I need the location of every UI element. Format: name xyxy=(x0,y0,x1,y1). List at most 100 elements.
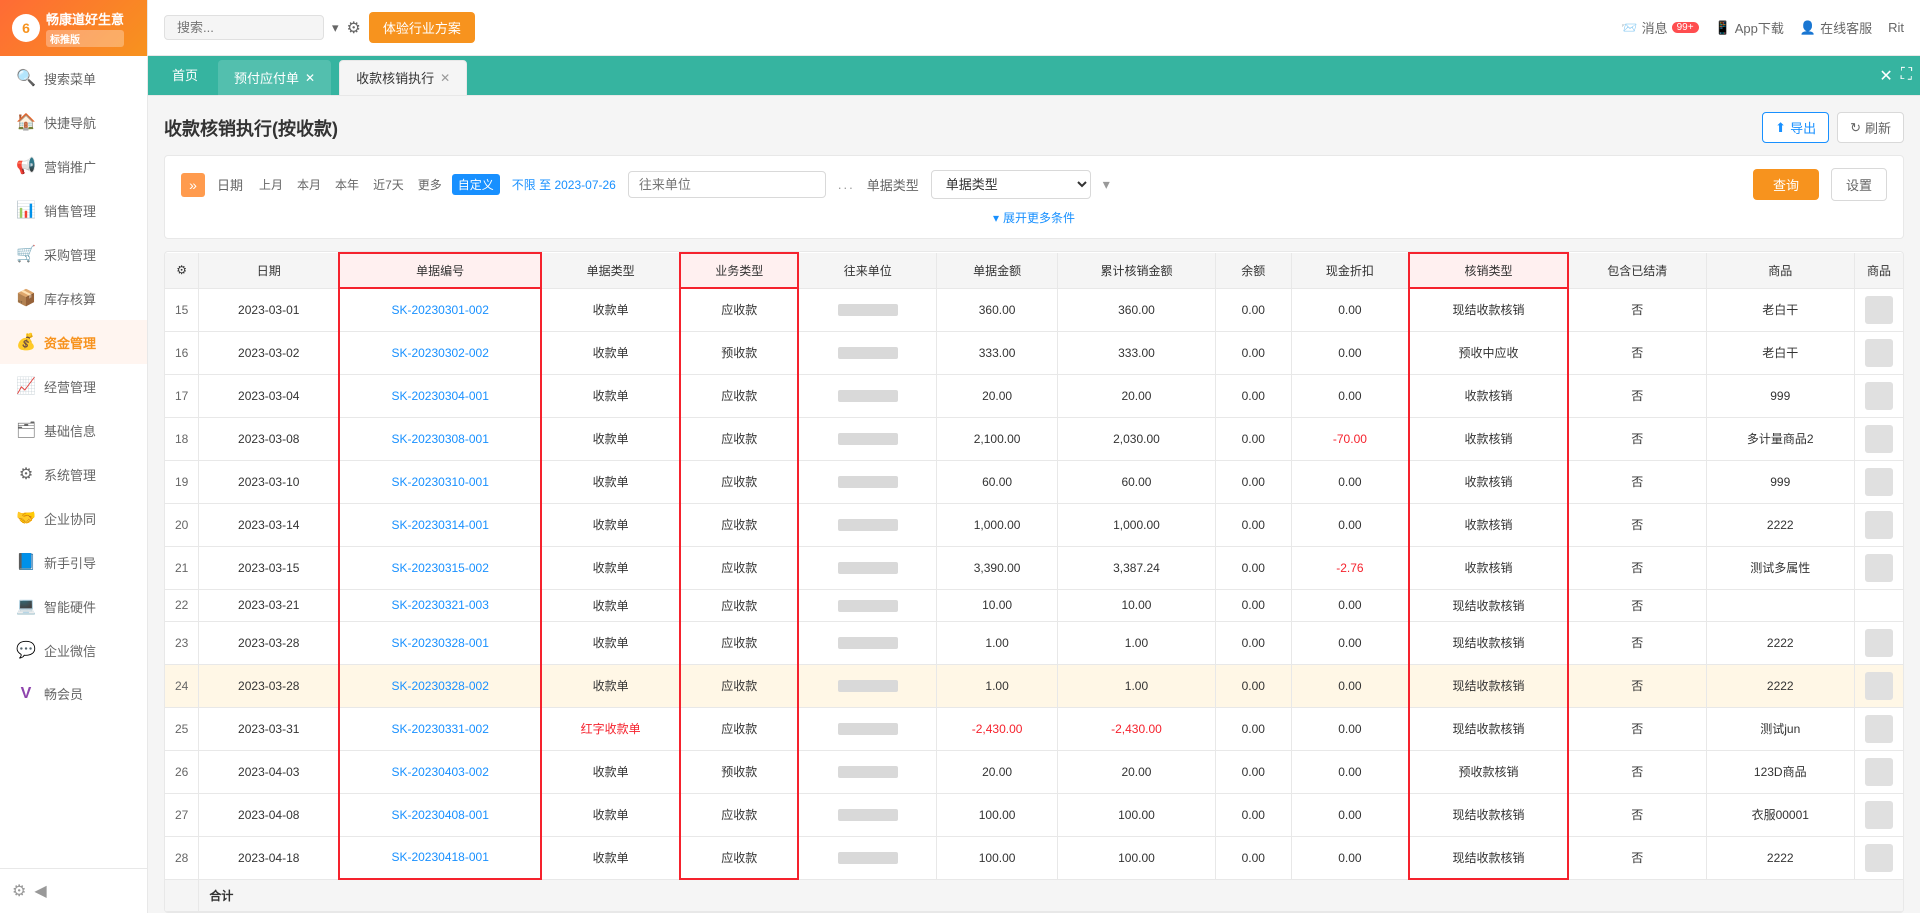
page-actions: ⬆ 导出 ↻ 刷新 xyxy=(1762,112,1904,143)
cell-include-settled: 否 xyxy=(1568,836,1706,879)
username-item[interactable]: Rit xyxy=(1888,20,1904,35)
doc-no-link[interactable]: SK-20230308-001 xyxy=(391,432,488,446)
doc-no-link[interactable]: SK-20230331-002 xyxy=(391,722,488,736)
export-label: 导出 xyxy=(1790,118,1816,137)
online-service-item[interactable]: 👤 在线客服 xyxy=(1800,18,1872,37)
doc-no-link[interactable]: SK-20230301-002 xyxy=(391,303,488,317)
cell-doc-type: 收款单 xyxy=(541,836,680,879)
cell-amount: 1,000.00 xyxy=(936,503,1057,546)
cell-date: 2023-03-10 xyxy=(199,460,339,503)
sidebar-item-wechat[interactable]: 💬 企业微信 xyxy=(0,628,147,672)
cell-goods2 xyxy=(1855,589,1904,621)
export-button[interactable]: ⬆ 导出 xyxy=(1762,112,1829,143)
refresh-button[interactable]: ↻ 刷新 xyxy=(1837,112,1904,143)
sidebar-item-base[interactable]: 🗂 基础信息 xyxy=(0,408,147,452)
dropdown-icon[interactable]: ▾ xyxy=(332,20,339,36)
sidebar-item-label: 基础信息 xyxy=(44,421,96,440)
table-row: 19 2023-03-10 SK-20230310-001 收款单 应收款 60… xyxy=(165,460,1903,503)
doc-no-link[interactable]: SK-20230304-001 xyxy=(391,389,488,403)
sidebar-item-system[interactable]: ⚙ 系统管理 xyxy=(0,452,147,496)
sidebar-item-member[interactable]: V 畅会员 xyxy=(0,672,147,715)
filter-settings-button[interactable]: 设置 xyxy=(1831,168,1887,201)
collapse-icon[interactable]: ◀ xyxy=(34,881,46,901)
col-settings[interactable]: ⚙ xyxy=(165,253,199,288)
app-icon: 📱 xyxy=(1715,20,1731,36)
this-month-btn[interactable]: 本月 xyxy=(293,174,325,195)
cell-no: 20 xyxy=(165,503,199,546)
doc-no-link[interactable]: SK-20230315-002 xyxy=(391,561,488,575)
messages-item[interactable]: 📨 消息 99+ xyxy=(1621,18,1698,37)
cell-cancel-type: 收款核销 xyxy=(1409,503,1568,546)
doc-no-link[interactable]: SK-20230321-003 xyxy=(391,598,488,612)
cell-goods2 xyxy=(1855,288,1904,331)
custom-btn[interactable]: 自定义 xyxy=(452,174,500,195)
guide-icon: 📘 xyxy=(16,552,36,572)
expand-more-btn[interactable]: ▾ 展开更多条件 xyxy=(993,209,1075,226)
fullscreen-icon[interactable]: ⛶ xyxy=(1901,66,1912,86)
cell-balance: 0.00 xyxy=(1215,546,1291,589)
page-content: 收款核销执行(按收款) ⬆ 导出 ↻ 刷新 » 日期 上月 本月 xyxy=(148,96,1920,913)
cell-no: 26 xyxy=(165,750,199,793)
tab-prepay-close[interactable]: ✕ xyxy=(305,71,315,85)
doc-no-link[interactable]: SK-20230403-002 xyxy=(391,765,488,779)
filter-expand-button[interactable]: » xyxy=(181,173,205,197)
cell-doc-no: SK-20230308-001 xyxy=(339,417,541,460)
tab-home[interactable]: 首页 xyxy=(156,56,214,96)
query-button[interactable]: 查询 xyxy=(1753,169,1819,200)
cell-amount: 100.00 xyxy=(936,836,1057,879)
tab-collection[interactable]: 收款核销执行 ✕ xyxy=(339,60,467,96)
sidebar-item-guide[interactable]: 📘 新手引导 xyxy=(0,540,147,584)
search-input[interactable] xyxy=(164,15,324,40)
this-year-btn[interactable]: 本年 xyxy=(331,174,363,195)
refresh-icon: ↻ xyxy=(1850,120,1861,136)
sidebar-item-hardware[interactable]: 💻 智能硬件 xyxy=(0,584,147,628)
gear-icon[interactable]: ⚙ xyxy=(347,18,361,38)
partner-input[interactable] xyxy=(628,171,826,198)
cell-accum-cancel: 360.00 xyxy=(1058,288,1215,331)
sidebar-item-label: 企业协同 xyxy=(44,509,96,528)
cell-amount: -2,430.00 xyxy=(936,707,1057,750)
cell-partner xyxy=(798,664,936,707)
last-month-btn[interactable]: 上月 xyxy=(255,174,287,195)
last-7days-btn[interactable]: 近7天 xyxy=(369,174,408,195)
filter-dots: ... xyxy=(838,177,855,192)
sidebar-item-search[interactable]: 🔍 搜索菜单 xyxy=(0,56,147,100)
cell-doc-type: 收款单 xyxy=(541,664,680,707)
tab-prepay[interactable]: 预付应付单 ✕ xyxy=(218,60,331,96)
doc-no-link[interactable]: SK-20230418-001 xyxy=(391,850,488,864)
cell-include-settled: 否 xyxy=(1568,417,1706,460)
sidebar-item-inventory[interactable]: 📦 库存核算 xyxy=(0,276,147,320)
settings-icon[interactable]: ⚙ xyxy=(12,881,26,901)
tab-collection-label: 收款核销执行 xyxy=(356,68,434,87)
sidebar-item-quicknav[interactable]: 🏠 快捷导航 xyxy=(0,100,147,144)
sidebar-item-sales[interactable]: 📊 销售管理 xyxy=(0,188,147,232)
cell-cancel-type: 收款核销 xyxy=(1409,417,1568,460)
doc-no-link[interactable]: SK-20230328-001 xyxy=(391,636,488,650)
sidebar-item-finance[interactable]: 💰 资金管理 xyxy=(0,320,147,364)
solution-button[interactable]: 体验行业方案 xyxy=(369,12,475,43)
cell-goods: 2222 xyxy=(1706,621,1854,664)
close-tab-icon[interactable]: ✕ xyxy=(1879,66,1892,86)
doc-no-link[interactable]: SK-20230310-001 xyxy=(391,475,488,489)
cell-doc-type: 收款单 xyxy=(541,546,680,589)
cell-include-settled: 否 xyxy=(1568,707,1706,750)
sidebar-item-marketing[interactable]: 📢 营销推广 xyxy=(0,144,147,188)
col-cash-discount: 现金折扣 xyxy=(1291,253,1409,288)
sidebar-item-operations[interactable]: 📈 经营管理 xyxy=(0,364,147,408)
col-include-settled: 包含已结清 xyxy=(1568,253,1706,288)
cell-cancel-type: 收款核销 xyxy=(1409,374,1568,417)
sidebar-item-purchase[interactable]: 🛒 采购管理 xyxy=(0,232,147,276)
doc-no-link[interactable]: SK-20230408-001 xyxy=(391,808,488,822)
voucher-type-select[interactable]: 单据类型 xyxy=(931,170,1091,199)
doc-no-link[interactable]: SK-20230328-002 xyxy=(391,679,488,693)
logo-icon: 6 xyxy=(12,14,40,42)
app-download-item[interactable]: 📱 App下载 xyxy=(1715,18,1784,37)
cell-cancel-type: 现结收款核销 xyxy=(1409,836,1568,879)
doc-no-link[interactable]: SK-20230302-002 xyxy=(391,346,488,360)
cell-biz-type: 应收款 xyxy=(680,589,798,621)
more-btn[interactable]: 更多 xyxy=(414,174,446,195)
cell-date: 2023-03-28 xyxy=(199,621,339,664)
sidebar-item-collab[interactable]: 🤝 企业协同 xyxy=(0,496,147,540)
tab-collection-close[interactable]: ✕ xyxy=(440,71,450,85)
doc-no-link[interactable]: SK-20230314-001 xyxy=(391,518,488,532)
